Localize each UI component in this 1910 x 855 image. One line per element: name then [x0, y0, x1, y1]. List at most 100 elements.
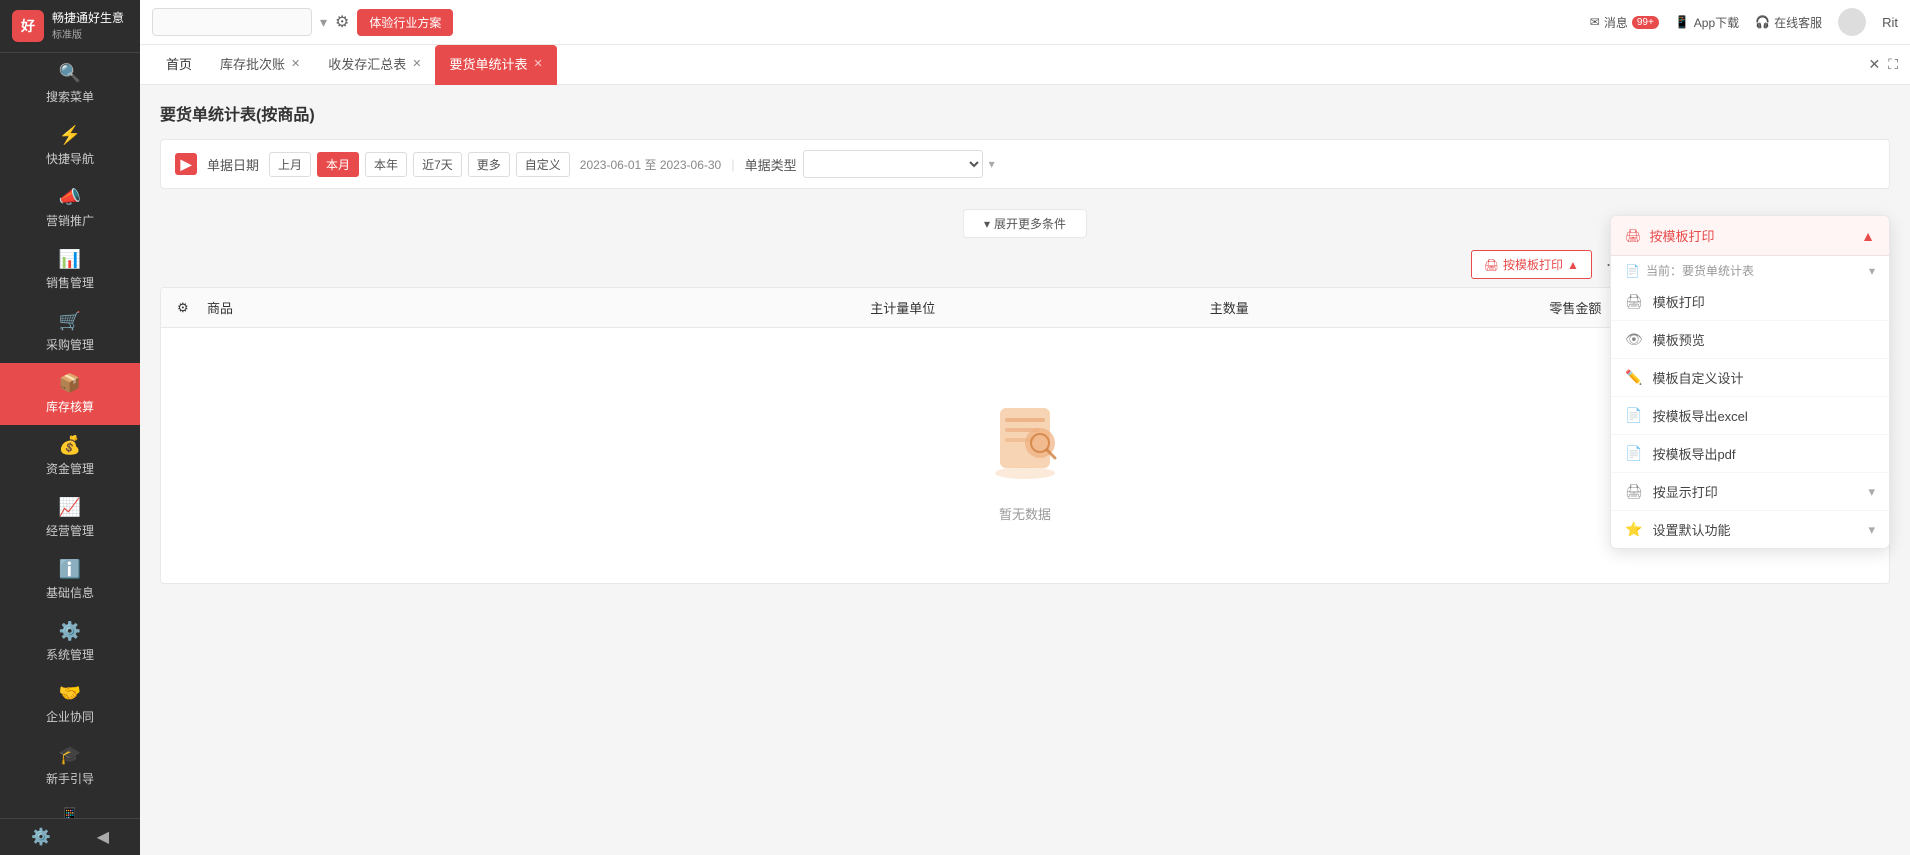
sidebar-label-sales: 销售管理 — [46, 274, 94, 291]
marketing-icon: 📣 — [59, 187, 81, 208]
customer-service-btn[interactable]: 🎧 在线客服 — [1755, 14, 1822, 31]
print-icon: 🖨 — [1484, 258, 1499, 272]
th-qty: 主数量 — [1202, 298, 1542, 317]
set-default-label: 设置默认功能 — [1652, 520, 1730, 539]
message-label: 消息 — [1604, 14, 1628, 31]
user-avatar[interactable] — [1838, 8, 1866, 36]
th-product: 商品 — [199, 298, 862, 317]
search-icon: 🔍 — [59, 63, 81, 84]
current-label-text: 当前：要货单统计表 — [1646, 262, 1754, 279]
tab-home-label: 首页 — [166, 54, 192, 73]
dropdown-item-template-custom[interactable]: ✏️ 模板自定义设计 — [1611, 359, 1889, 397]
topbar-right: ✉ 消息 99+ 📱 App下载 🎧 在线客服 Rit — [1590, 8, 1898, 36]
app-download-label: App下载 — [1694, 14, 1739, 31]
dropdown-item-export-pdf[interactable]: 📄 按模板导出pdf — [1611, 435, 1889, 473]
logo-icon: 好 — [12, 10, 44, 42]
topbar-gear-icon[interactable]: ⚙ — [335, 12, 349, 32]
current-month-btn[interactable]: 本月 — [317, 152, 359, 177]
type-filter: 单据类型 ▾ — [745, 150, 995, 178]
template-print-label: 模板打印 — [1653, 292, 1705, 311]
topbar: ▾ ⚙ 体验行业方案 ✉ 消息 99+ 📱 App下载 🎧 在线客服 Rit — [140, 0, 1910, 45]
template-icon: 📄 — [1625, 264, 1640, 278]
type-filter-select[interactable] — [803, 150, 983, 178]
tab-batch-close[interactable]: ✕ — [291, 57, 300, 70]
dropdown-item-set-default[interactable]: ⭐ 设置默认功能 ▾ — [1611, 511, 1889, 548]
display-print-chevron: ▾ — [1868, 484, 1875, 500]
sidebar-item-finance[interactable]: 💰 资金管理 — [0, 425, 140, 487]
customer-service-label: 在线客服 — [1774, 14, 1822, 31]
app-download-btn[interactable]: 📱 App下载 — [1675, 14, 1739, 31]
dropdown-item-template-preview[interactable]: 👁 模板预览 — [1611, 321, 1889, 359]
sidebar-item-sales[interactable]: 📊 销售管理 — [0, 239, 140, 301]
finance-icon: 💰 — [59, 435, 81, 456]
set-default-chevron: ▾ — [1868, 522, 1875, 538]
sidebar-item-ops[interactable]: 📈 经营管理 — [0, 487, 140, 549]
more-btn[interactable]: 更多 — [468, 152, 510, 177]
tab-cashflow[interactable]: 收发存汇总表 ✕ — [314, 45, 435, 85]
print-dropdown: 🖨 按模板打印 ▲ 📄 当前：要货单统计表 ▾ 🖨 模板打印 👁 模板预览 ✏️ — [1610, 215, 1890, 549]
dropdown-header[interactable]: 🖨 按模板打印 ▲ — [1611, 216, 1889, 256]
sidebar-item-inventory[interactable]: 📦 库存核算 — [0, 363, 140, 425]
dropdown-title: 按模板打印 — [1650, 226, 1715, 245]
expand-more-btn[interactable]: ▾ 展开更多条件 — [963, 209, 1087, 238]
collapse-btn[interactable]: ◀ — [97, 827, 109, 847]
sidebar-label-system: 系统管理 — [46, 646, 94, 663]
message-badge: 99+ — [1632, 16, 1659, 29]
dropdown-printer-icon: 🖨 — [1625, 228, 1642, 244]
dropdown-close-chevron[interactable]: ▲ — [1861, 228, 1875, 244]
sidebar-item-appstore[interactable]: 📱 应用中心 — [0, 797, 140, 818]
sidebar-label-purchase: 采购管理 — [46, 336, 94, 353]
print-label: 按模板打印 — [1503, 256, 1563, 273]
filter-bar: ▶ 单据日期 上月 本月 本年 近7天 更多 自定义 2023-06-01 至 … — [160, 139, 1890, 189]
newbie-icon: 🎓 — [59, 745, 81, 766]
custom-btn[interactable]: 自定义 — [516, 152, 570, 177]
sidebar-item-newbie[interactable]: 🎓 新手引导 — [0, 735, 140, 797]
headset-icon: 🎧 — [1755, 15, 1770, 29]
display-print-label: 按显示打印 — [1653, 482, 1718, 501]
purchase-icon: 🛒 — [59, 311, 81, 332]
filter-toggle-btn[interactable]: ▶ — [175, 153, 197, 175]
sidebar-label-base: 基础信息 — [46, 584, 94, 601]
sidebar-item-base[interactable]: ℹ️ 基础信息 — [0, 549, 140, 611]
sidebar-logo: 好 畅捷通好生意 标准版 — [0, 0, 140, 53]
base-icon: ℹ️ — [59, 559, 81, 580]
sidebar-item-system[interactable]: ⚙️ 系统管理 — [0, 611, 140, 673]
sidebar-item-purchase[interactable]: 🛒 采购管理 — [0, 301, 140, 363]
sidebar-item-marketing[interactable]: 📣 营销推广 — [0, 177, 140, 239]
sidebar-bottom: ⚙️ ◀ — [0, 818, 140, 855]
tab-cashflow-close[interactable]: ✕ — [412, 57, 421, 70]
empty-text: 暂无数据 — [999, 504, 1051, 523]
dropdown-item-template-print[interactable]: 🖨 模板打印 — [1611, 283, 1889, 321]
template-custom-label: 模板自定义设计 — [1652, 368, 1743, 387]
dropdown-item-display-print[interactable]: 🖨 按显示打印 ▾ — [1611, 473, 1889, 511]
tab-order-stats-close[interactable]: ✕ — [534, 57, 543, 70]
message-btn[interactable]: ✉ 消息 99+ — [1590, 14, 1659, 31]
sidebar-item-collab[interactable]: 🤝 企业协同 — [0, 673, 140, 735]
display-print-icon: 🖨 — [1625, 483, 1643, 500]
prev-month-btn[interactable]: 上月 — [269, 152, 311, 177]
user-name[interactable]: Rit — [1882, 15, 1898, 30]
tab-order-stats[interactable]: 要货单统计表 ✕ — [435, 45, 556, 85]
this-year-btn[interactable]: 本年 — [365, 152, 407, 177]
inventory-icon: 📦 — [59, 373, 81, 394]
tab-expand-icon[interactable]: ⛶ — [1888, 56, 1898, 73]
export-excel-label: 按模板导出excel — [1652, 406, 1747, 425]
topbar-search-input[interactable] — [152, 8, 312, 36]
sidebar-label-finance: 资金管理 — [46, 460, 94, 477]
tab-home[interactable]: 首页 — [152, 45, 206, 85]
settings-bottom-btn[interactable]: ⚙️ — [31, 827, 51, 847]
sidebar-item-quick[interactable]: ⚡ 快捷导航 — [0, 115, 140, 177]
dropdown-item-export-excel[interactable]: 📄 按模板导出excel — [1611, 397, 1889, 435]
trial-button[interactable]: 体验行业方案 — [357, 9, 453, 36]
tab-close-all-icon[interactable]: ✕ — [1868, 56, 1880, 73]
tab-batch[interactable]: 库存批次账 ✕ — [206, 45, 314, 85]
appstore-icon: 📱 — [59, 807, 81, 818]
current-label-chevron: ▾ — [1869, 264, 1875, 278]
tabbar-icons: ✕ ⛶ — [1868, 56, 1898, 73]
th-gear[interactable]: ⚙ — [169, 300, 199, 316]
app-name: 畅捷通好生意 — [52, 11, 124, 27]
topbar-search-chevron[interactable]: ▾ — [320, 14, 327, 31]
print-btn[interactable]: 🖨 按模板打印 ▲ — [1471, 250, 1592, 279]
last7days-btn[interactable]: 近7天 — [413, 152, 462, 177]
sidebar-item-search[interactable]: 🔍 搜索菜单 — [0, 53, 140, 115]
